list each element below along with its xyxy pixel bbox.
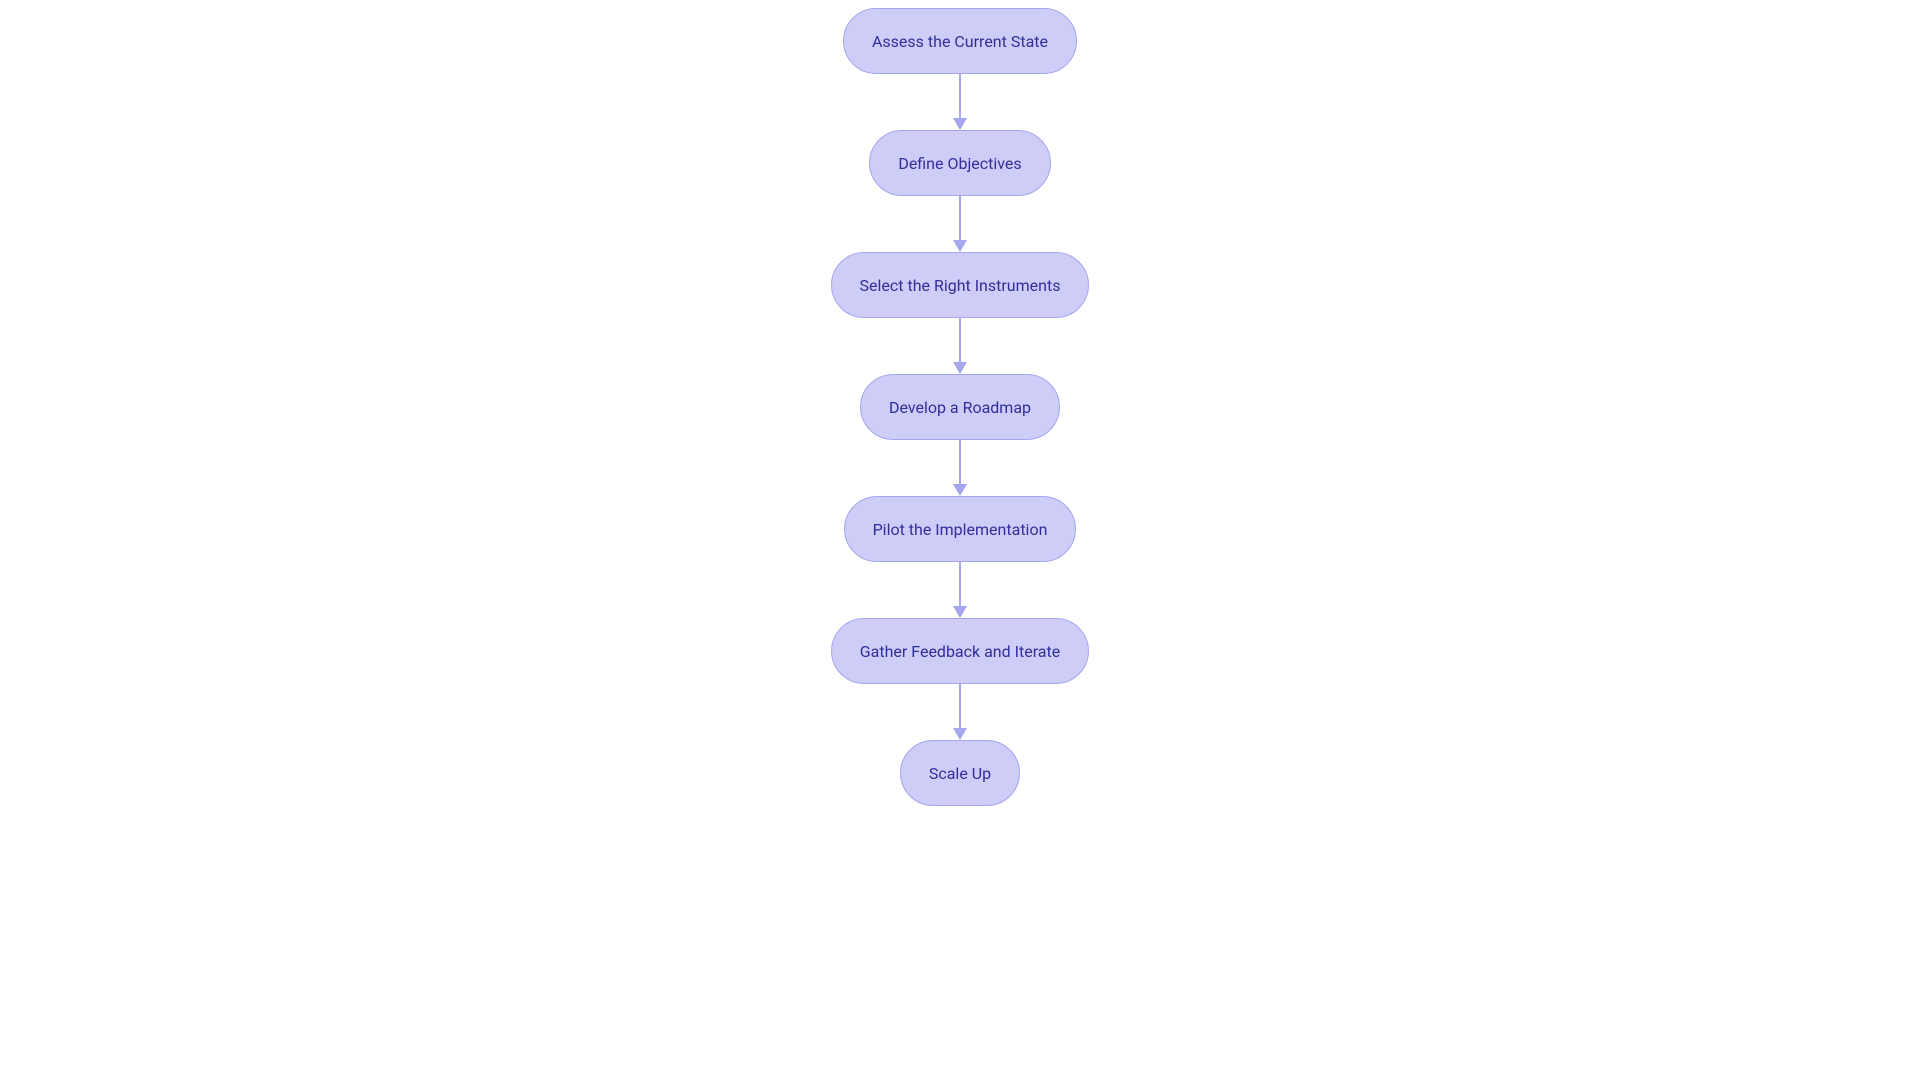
flowchart-connector — [953, 196, 967, 252]
arrow-down-icon — [953, 728, 967, 740]
flowchart-node: Gather Feedback and Iterate — [831, 618, 1089, 684]
flowchart-node: Select the Right Instruments — [831, 252, 1090, 318]
arrow-down-icon — [953, 606, 967, 618]
flowchart-node-label: Pilot the Implementation — [873, 520, 1048, 539]
flowchart-node: Develop a Roadmap — [860, 374, 1060, 440]
flowchart-node-label: Gather Feedback and Iterate — [860, 642, 1060, 661]
flowchart-node-label: Scale Up — [929, 764, 991, 783]
connector-line — [959, 196, 961, 240]
flowchart: Assess the Current State Define Objectiv… — [831, 8, 1090, 806]
flowchart-connector — [953, 74, 967, 130]
arrow-down-icon — [953, 362, 967, 374]
flowchart-node: Pilot the Implementation — [844, 496, 1077, 562]
connector-line — [959, 562, 961, 606]
arrow-down-icon — [953, 118, 967, 130]
flowchart-node-label: Assess the Current State — [872, 32, 1048, 51]
flowchart-connector — [953, 440, 967, 496]
flowchart-node-label: Develop a Roadmap — [889, 398, 1031, 417]
flowchart-node: Scale Up — [900, 740, 1020, 806]
flowchart-node-label: Select the Right Instruments — [860, 276, 1061, 295]
flowchart-node: Define Objectives — [869, 130, 1050, 196]
connector-line — [959, 318, 961, 362]
flowchart-node: Assess the Current State — [843, 8, 1077, 74]
flowchart-connector — [953, 684, 967, 740]
connector-line — [959, 684, 961, 728]
flowchart-node-label: Define Objectives — [898, 154, 1021, 173]
connector-line — [959, 440, 961, 484]
flowchart-connector — [953, 318, 967, 374]
arrow-down-icon — [953, 240, 967, 252]
flowchart-connector — [953, 562, 967, 618]
arrow-down-icon — [953, 484, 967, 496]
connector-line — [959, 74, 961, 118]
